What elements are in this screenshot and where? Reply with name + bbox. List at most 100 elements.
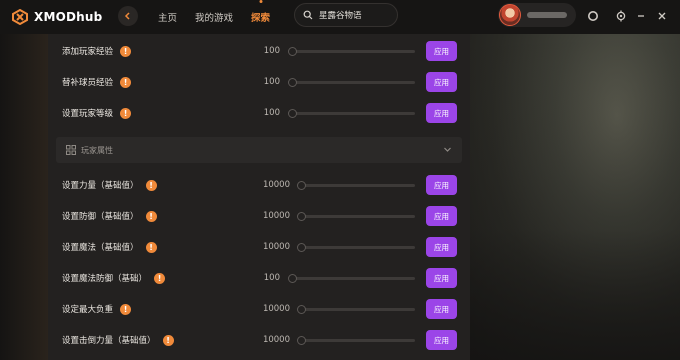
value-slider[interactable]	[288, 274, 415, 283]
option-value: 100	[263, 273, 280, 283]
apply-button[interactable]: 应用	[426, 299, 457, 319]
option-row: 设置魔法防御（基础）! 100 应用	[48, 263, 470, 293]
info-icon[interactable]: !	[145, 211, 157, 222]
option-label-text: 设定最大负重	[62, 305, 114, 315]
xmod-logo-icon	[12, 9, 28, 25]
ring-icon	[588, 11, 598, 21]
option-value: 100	[263, 77, 280, 87]
back-arrow-icon	[124, 12, 130, 20]
avatar[interactable]	[499, 4, 521, 26]
value-slider[interactable]	[297, 305, 415, 314]
search-input[interactable]: 星露谷物语	[294, 3, 398, 27]
option-label-text: 替补球员经验	[62, 78, 114, 88]
info-icon[interactable]: !	[120, 304, 132, 315]
option-label-text: 设置击倒力量（基础值）	[62, 336, 156, 346]
option-row: 替补球员经验! 100 应用	[48, 67, 470, 97]
option-label: 设置魔法（基础值）!	[62, 241, 157, 253]
search-icon	[303, 10, 313, 20]
close-button[interactable]	[655, 9, 669, 23]
apply-button[interactable]: 应用	[426, 268, 457, 288]
slider-handle[interactable]	[288, 78, 297, 87]
apply-button[interactable]: 应用	[426, 41, 457, 61]
minimize-icon	[638, 15, 644, 17]
apply-button[interactable]: 应用	[426, 72, 457, 92]
option-row: 设置力量（基础值）! 10000 应用	[48, 170, 470, 200]
option-label-text: 设置防御（基础值）	[62, 212, 139, 222]
info-icon[interactable]: !	[154, 273, 166, 284]
slider-handle[interactable]	[297, 305, 306, 314]
top-bar: XMODhub 主页 我的游戏 探索 星露谷物语	[0, 0, 680, 34]
option-label: 添加玩家经验!	[62, 45, 132, 57]
slider-handle[interactable]	[297, 243, 306, 252]
value-slider[interactable]	[297, 181, 415, 190]
apply-button[interactable]: 应用	[426, 206, 457, 226]
option-label-text: 设置魔法（基础值）	[62, 243, 139, 253]
slider-handle[interactable]	[297, 212, 306, 221]
slider-handle[interactable]	[288, 274, 297, 283]
logo-text: XMODhub	[34, 10, 103, 24]
info-icon[interactable]: !	[120, 77, 132, 88]
app-logo[interactable]: XMODhub	[12, 9, 102, 25]
minimize-button[interactable]	[634, 9, 648, 23]
option-label-text: 设置力量（基础值）	[62, 181, 139, 191]
close-icon	[658, 12, 666, 20]
option-value: 10000	[262, 211, 290, 221]
info-icon[interactable]: !	[162, 335, 174, 346]
option-row: 设置击倒力量（基础值）! 10000 应用	[48, 325, 470, 355]
option-row: 设置玩家等级! 100 应用	[48, 98, 470, 128]
option-label-text: 添加玩家经验	[62, 47, 114, 57]
option-row: 设置魔法（基础值）! 10000 应用	[48, 232, 470, 262]
mod-options-panel: 添加玩家经验! 100 应用 替补球员经验! 100 应用 设置玩家等级! 10…	[48, 34, 470, 360]
value-slider[interactable]	[288, 78, 415, 87]
info-icon[interactable]: !	[145, 180, 157, 191]
nav-my-games[interactable]: 我的游戏	[195, 10, 233, 24]
apply-button[interactable]: 应用	[426, 103, 457, 123]
option-row: 设置防御（基础值）! 10000 应用	[48, 201, 470, 231]
value-slider[interactable]	[288, 109, 415, 118]
nav-home[interactable]: 主页	[158, 10, 177, 24]
slider-handle[interactable]	[297, 181, 306, 190]
option-value: 100	[263, 108, 280, 118]
info-icon[interactable]: !	[145, 242, 157, 253]
grid-icon	[66, 145, 76, 155]
nav-explore[interactable]: 探索	[251, 10, 270, 24]
option-value: 10000	[262, 335, 290, 345]
option-value: 10000	[262, 242, 290, 252]
option-value: 10000	[262, 180, 290, 190]
info-icon[interactable]: !	[120, 108, 132, 119]
main-nav: 主页 我的游戏 探索	[158, 0, 288, 34]
apply-button[interactable]: 应用	[426, 175, 457, 195]
option-label: 设定最大负重!	[62, 303, 132, 315]
option-label: 设置玩家等级!	[62, 107, 132, 119]
chevron-down-icon[interactable]	[443, 145, 452, 154]
option-row: 设定最大负重! 10000 应用	[48, 294, 470, 324]
back-button[interactable]	[118, 6, 138, 26]
user-profile[interactable]	[498, 3, 576, 27]
slider-handle[interactable]	[288, 47, 297, 56]
option-label: 设置力量（基础值）!	[62, 179, 157, 191]
section-title: 玩家属性	[81, 145, 113, 155]
settings-button[interactable]	[614, 9, 628, 23]
slider-handle[interactable]	[297, 336, 306, 345]
slider-handle[interactable]	[288, 109, 297, 118]
apply-button[interactable]: 应用	[426, 237, 457, 257]
option-label: 设置防御（基础值）!	[62, 210, 157, 222]
circle-icon[interactable]	[586, 9, 600, 23]
option-label-text: 设置玩家等级	[62, 109, 114, 119]
option-label-text: 设置魔法防御（基础）	[62, 274, 148, 284]
value-slider[interactable]	[297, 336, 415, 345]
info-icon[interactable]: !	[120, 46, 132, 57]
apply-button[interactable]: 应用	[426, 330, 457, 350]
search-value: 星露谷物语	[319, 11, 362, 21]
option-label: 替补球员经验!	[62, 76, 132, 88]
game-background-image	[470, 34, 680, 360]
option-value: 10000	[262, 304, 290, 314]
value-slider[interactable]	[297, 243, 415, 252]
user-name-redacted	[527, 12, 567, 18]
value-slider[interactable]	[297, 212, 415, 221]
option-value: 100	[263, 46, 280, 56]
value-slider[interactable]	[288, 47, 415, 56]
section-header-player-attributes[interactable]: 玩家属性	[56, 137, 462, 163]
settings-icon	[616, 10, 626, 22]
background-left	[0, 34, 48, 360]
